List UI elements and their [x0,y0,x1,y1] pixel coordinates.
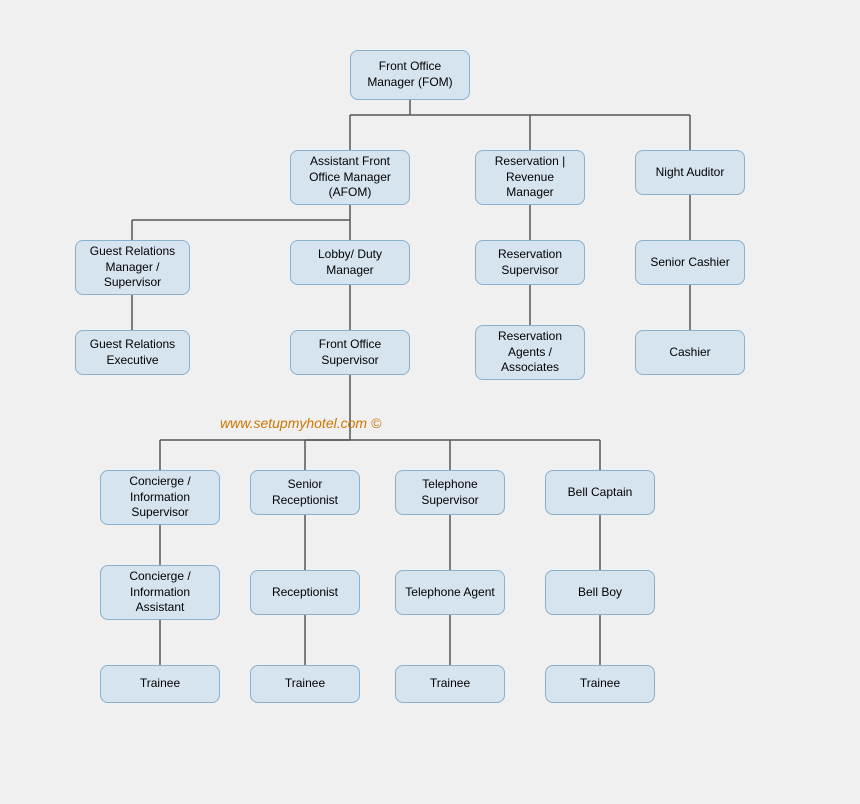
node-afom: Assistant Front Office Manager (AFOM) [290,150,410,205]
node-gre: Guest Relations Executive [75,330,190,375]
node-ldm: Lobby/ Duty Manager [290,240,410,285]
node-cashier: Cashier [635,330,745,375]
node-tr1: Trainee [100,665,220,703]
node-tr4: Trainee [545,665,655,703]
node-ta: Telephone Agent [395,570,505,615]
node-rrm: Reservation | Revenue Manager [475,150,585,205]
node-bc: Bell Captain [545,470,655,515]
org-chart: Front Office Manager (FOM) Assistant Fron… [20,40,840,730]
node-fom: Front Office Manager (FOM) [350,50,470,100]
node-cia: Concierge / Information Assistant [100,565,220,620]
node-ts: Telephone Supervisor [395,470,505,515]
node-bb: Bell Boy [545,570,655,615]
node-fos: Front Office Supervisor [290,330,410,375]
node-tr2: Trainee [250,665,360,703]
node-cis: Concierge / Information Supervisor [100,470,220,525]
node-rec: Receptionist [250,570,360,615]
node-rs: Reservation Supervisor [475,240,585,285]
connectors-svg [20,40,840,730]
node-raa: Reservation Agents / Associates [475,325,585,380]
node-grm: Guest Relations Manager / Supervisor [75,240,190,295]
node-sc: Senior Cashier [635,240,745,285]
node-na: Night Auditor [635,150,745,195]
node-sr: Senior Receptionist [250,470,360,515]
watermark: www.setupmyhotel.com © [220,415,381,431]
node-tr3: Trainee [395,665,505,703]
